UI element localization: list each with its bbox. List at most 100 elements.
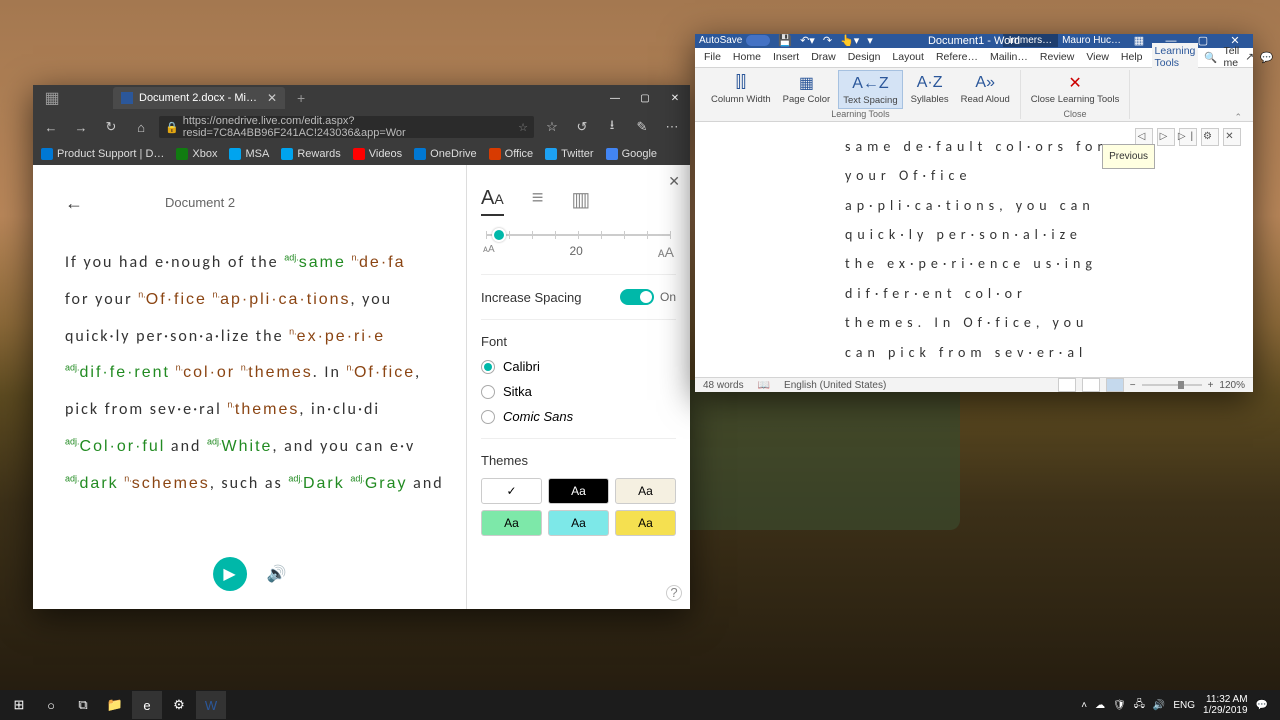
address-bar[interactable]: 🔒 https://onedrive.live.com/edit.aspx?re…: [159, 116, 534, 138]
share-icon[interactable]: ↗: [1245, 51, 1254, 63]
bookmark-item[interactable]: OneDrive: [414, 148, 476, 160]
theme-black[interactable]: Aa: [548, 478, 609, 504]
theme-white[interactable]: ✓: [481, 478, 542, 504]
tabs-icon[interactable]: ▦: [33, 88, 71, 108]
refresh-icon[interactable]: ↻: [99, 119, 123, 135]
collapse-ribbon-icon[interactable]: ⌃: [1234, 108, 1247, 127]
tray-up-icon[interactable]: ˄: [1081, 700, 1087, 711]
play-button[interactable]: ▶: [213, 557, 247, 591]
cortana-icon[interactable]: ○: [36, 691, 66, 719]
tab-review[interactable]: Review: [1037, 49, 1077, 65]
task-view-icon[interactable]: ⧉: [68, 691, 98, 719]
tab-references[interactable]: Refere…: [933, 49, 981, 65]
theme-yellow[interactable]: Aa: [615, 510, 676, 536]
autosave-toggle[interactable]: AutoSave: [699, 35, 770, 46]
word-document[interactable]: ⌃ ◁ ▷ ▷| ⚙ ✕ Previous same de·fault col·…: [695, 122, 1253, 377]
web-layout-icon[interactable]: [1106, 378, 1124, 392]
tab-layout[interactable]: Layout: [889, 49, 927, 65]
tab-draw[interactable]: Draw: [808, 49, 839, 65]
network-tray-icon[interactable]: 🖧: [1134, 697, 1145, 714]
theme-cyan[interactable]: Aa: [548, 510, 609, 536]
bookmark-item[interactable]: Office: [489, 148, 534, 160]
read-aloud-button[interactable]: A»Read Aloud: [957, 70, 1014, 109]
bookmark-item[interactable]: Rewards: [281, 148, 340, 160]
comments-icon[interactable]: 💬: [1260, 51, 1273, 64]
tab-file[interactable]: File: [701, 49, 724, 65]
downloads-icon[interactable]: ⭳: [600, 116, 624, 138]
home-icon[interactable]: ⌂: [129, 120, 153, 135]
file-explorer-icon[interactable]: 📁: [100, 691, 130, 719]
favorites-icon[interactable]: ☆: [540, 119, 564, 135]
back-icon[interactable]: ←: [39, 120, 63, 135]
clock-date[interactable]: 1/29/2019: [1203, 705, 1248, 716]
close-learning-tools-button[interactable]: ✕Close Learning Tools: [1027, 70, 1124, 107]
spelling-icon[interactable]: 📖: [758, 380, 770, 391]
font-comicsans[interactable]: Comic Sans: [481, 409, 676, 424]
play-button[interactable]: ▷: [1157, 128, 1175, 146]
print-layout-icon[interactable]: [1082, 378, 1100, 392]
text-size-slider[interactable]: ᴀA20ᴀA: [481, 234, 676, 260]
new-tab-button[interactable]: +: [297, 90, 305, 106]
menu-icon[interactable]: ⋯: [660, 119, 684, 135]
syllables-button[interactable]: A·ZSyllables: [907, 70, 953, 109]
tab-design[interactable]: Design: [845, 49, 884, 65]
tell-me[interactable]: Tell me: [1223, 45, 1239, 69]
user-name[interactable]: Mauro Huc…: [1062, 35, 1121, 46]
touch-icon[interactable]: 👆▾: [840, 34, 859, 47]
tab-insert[interactable]: Insert: [770, 49, 802, 65]
next-button[interactable]: ▷|: [1179, 128, 1197, 146]
voice-settings-icon[interactable]: 🔊: [267, 564, 287, 584]
theme-sepia[interactable]: Aa: [615, 478, 676, 504]
browser-tab[interactable]: Document 2.docx - Mi… ✕: [113, 87, 285, 109]
favorite-icon[interactable]: ☆: [518, 121, 528, 134]
close-button[interactable]: ✕: [660, 85, 690, 111]
theme-green[interactable]: Aa: [481, 510, 542, 536]
save-icon[interactable]: 💾: [778, 34, 792, 47]
settings-button[interactable]: ⚙: [1201, 128, 1219, 146]
panel-close-icon[interactable]: ✕: [668, 173, 680, 190]
edge-icon[interactable]: e: [132, 691, 162, 719]
reading-tab[interactable]: ▥: [571, 187, 590, 216]
clock-time[interactable]: 11:32 AM: [1203, 694, 1248, 705]
column-width-button[interactable]: ⫿⫿Column Width: [707, 70, 775, 109]
security-tray-icon[interactable]: 🛡: [1113, 700, 1126, 711]
text-spacing-button[interactable]: A←ZText Spacing: [838, 70, 902, 109]
search-icon[interactable]: 🔍: [1204, 51, 1217, 64]
forward-icon[interactable]: →: [69, 120, 93, 135]
notes-icon[interactable]: ✎: [630, 119, 654, 135]
bookmark-item[interactable]: Product Support | D…: [41, 148, 164, 160]
bookmark-item[interactable]: Twitter: [545, 148, 593, 160]
qat-menu-icon[interactable]: ▾: [867, 34, 873, 47]
settings-icon[interactable]: ⚙: [164, 691, 194, 719]
word-taskbar-icon[interactable]: W: [196, 691, 226, 719]
language[interactable]: English (United States): [784, 380, 886, 391]
ribbon-options-icon[interactable]: ▦: [1125, 34, 1153, 47]
spacing-toggle[interactable]: On: [620, 289, 676, 305]
font-sitka[interactable]: Sitka: [481, 384, 676, 399]
tab-mailings[interactable]: Mailin…: [987, 49, 1031, 65]
redo-icon[interactable]: ↷: [823, 34, 832, 47]
word-count[interactable]: 48 words: [703, 380, 744, 391]
font-calibri[interactable]: Calibri: [481, 359, 676, 374]
bookmark-item[interactable]: MSA: [229, 148, 269, 160]
language-indicator[interactable]: ENG: [1173, 700, 1195, 711]
bookmark-item[interactable]: Xbox: [176, 148, 217, 160]
maximize-button[interactable]: ▢: [630, 85, 660, 111]
start-button[interactable]: ⊞: [4, 691, 34, 719]
undo-icon[interactable]: ↶▾: [800, 34, 815, 47]
minimize-button[interactable]: —: [600, 85, 630, 111]
page-color-button[interactable]: ▦Page Color: [779, 70, 835, 109]
history-icon[interactable]: ↺: [570, 119, 594, 135]
help-icon[interactable]: ?: [666, 585, 682, 601]
tab-close-icon[interactable]: ✕: [267, 91, 277, 105]
bookmark-item[interactable]: Google: [606, 148, 657, 160]
tab-view[interactable]: View: [1083, 49, 1112, 65]
close-read-aloud-button[interactable]: ✕: [1223, 128, 1241, 146]
zoom-in-icon[interactable]: +: [1208, 380, 1214, 391]
volume-tray-icon[interactable]: 🔊: [1153, 700, 1165, 711]
grammar-tab[interactable]: ≡: [532, 187, 544, 216]
notifications-icon[interactable]: 💬: [1256, 700, 1268, 711]
tab-home[interactable]: Home: [730, 49, 764, 65]
bookmark-item[interactable]: Videos: [353, 148, 402, 160]
tab-help[interactable]: Help: [1118, 49, 1146, 65]
